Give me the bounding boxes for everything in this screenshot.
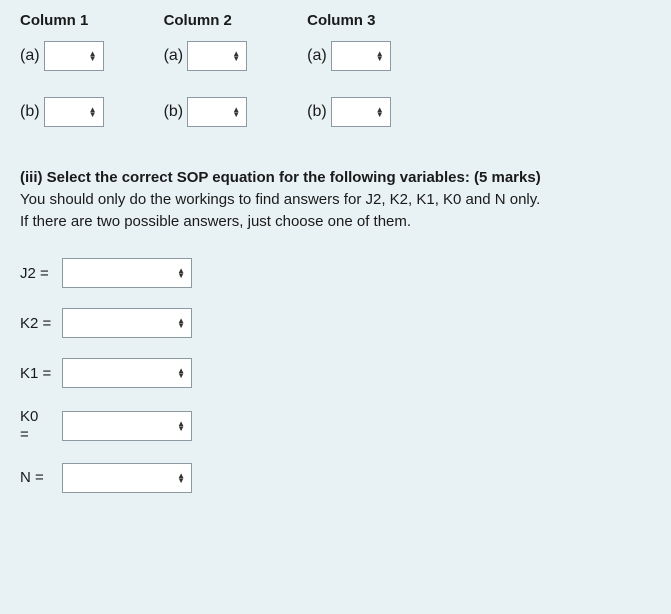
sop-select-j2[interactable] [62, 258, 192, 288]
instruction-block: (iii) Select the correct SOP equation fo… [20, 167, 651, 232]
col2-a-select[interactable] [187, 41, 247, 71]
spinner-icon [177, 268, 185, 278]
sop-label-k0-top: K0 [20, 408, 54, 425]
sop-select-n[interactable] [62, 463, 192, 493]
column-2-row-a: (a) [164, 41, 248, 71]
col3-b-select[interactable] [331, 97, 391, 127]
sop-label-k0-bottom: = [20, 426, 54, 443]
spinner-icon [232, 51, 240, 61]
col2-b-select[interactable] [187, 97, 247, 127]
col2-b-label: (b) [164, 103, 184, 121]
col3-a-label: (a) [307, 47, 327, 65]
instruction-title: (iii) Select the correct SOP equation fo… [20, 167, 651, 189]
column-3-row-a: (a) [307, 41, 391, 71]
col1-b-select[interactable] [44, 97, 104, 127]
sop-row-k0: K0 = [20, 408, 651, 443]
column-1-group: (a) (b) [20, 41, 104, 127]
col1-b-label: (b) [20, 103, 40, 121]
sop-row-j2: J2 = [20, 258, 651, 288]
column-2-header: Column 2 [164, 12, 248, 29]
instruction-line-2: You should only do the workings to find … [20, 189, 651, 211]
sop-select-k1[interactable] [62, 358, 192, 388]
column-3-header: Column 3 [307, 12, 391, 29]
col2-a-label: (a) [164, 47, 184, 65]
column-3-row-b: (b) [307, 97, 391, 127]
spinner-icon [89, 107, 97, 117]
column-1-header: Column 1 [20, 12, 104, 29]
spinner-icon [232, 107, 240, 117]
sop-label-n: N = [20, 469, 54, 486]
column-2: Column 2 (a) (b) [164, 12, 248, 127]
instruction-line-3: If there are two possible answers, just … [20, 211, 651, 233]
column-3-group: (a) (b) [307, 41, 391, 127]
sop-label-k0: K0 = [20, 408, 54, 443]
column-3: Column 3 (a) (b) [307, 12, 391, 127]
spinner-icon [177, 473, 185, 483]
part-roman: (iii) [20, 169, 43, 186]
col3-a-select[interactable] [331, 41, 391, 71]
spinner-icon [376, 51, 384, 61]
part-marks: (5 marks) [474, 169, 541, 186]
col1-a-select[interactable] [44, 41, 104, 71]
column-1-row-b: (b) [20, 97, 104, 127]
sop-label-k2: K2 = [20, 315, 54, 332]
sop-row-n: N = [20, 463, 651, 493]
col3-b-label: (b) [307, 103, 327, 121]
sop-select-k2[interactable] [62, 308, 192, 338]
spinner-icon [376, 107, 384, 117]
sop-row-k1: K1 = [20, 358, 651, 388]
sop-select-k0[interactable] [62, 411, 192, 441]
sop-section: J2 = K2 = K1 = K0 = N = [20, 258, 651, 493]
columns-section: Column 1 (a) (b) Column 2 (a) (b) [20, 12, 651, 127]
sop-label-k1: K1 = [20, 365, 54, 382]
column-2-row-b: (b) [164, 97, 248, 127]
col1-a-label: (a) [20, 47, 40, 65]
spinner-icon [177, 368, 185, 378]
spinner-icon [177, 421, 185, 431]
spinner-icon [177, 318, 185, 328]
column-1-row-a: (a) [20, 41, 104, 71]
column-1: Column 1 (a) (b) [20, 12, 104, 127]
part-title-text: Select the correct SOP equation for the … [47, 169, 470, 186]
column-2-group: (a) (b) [164, 41, 248, 127]
spinner-icon [89, 51, 97, 61]
sop-row-k2: K2 = [20, 308, 651, 338]
sop-label-j2: J2 = [20, 265, 54, 282]
